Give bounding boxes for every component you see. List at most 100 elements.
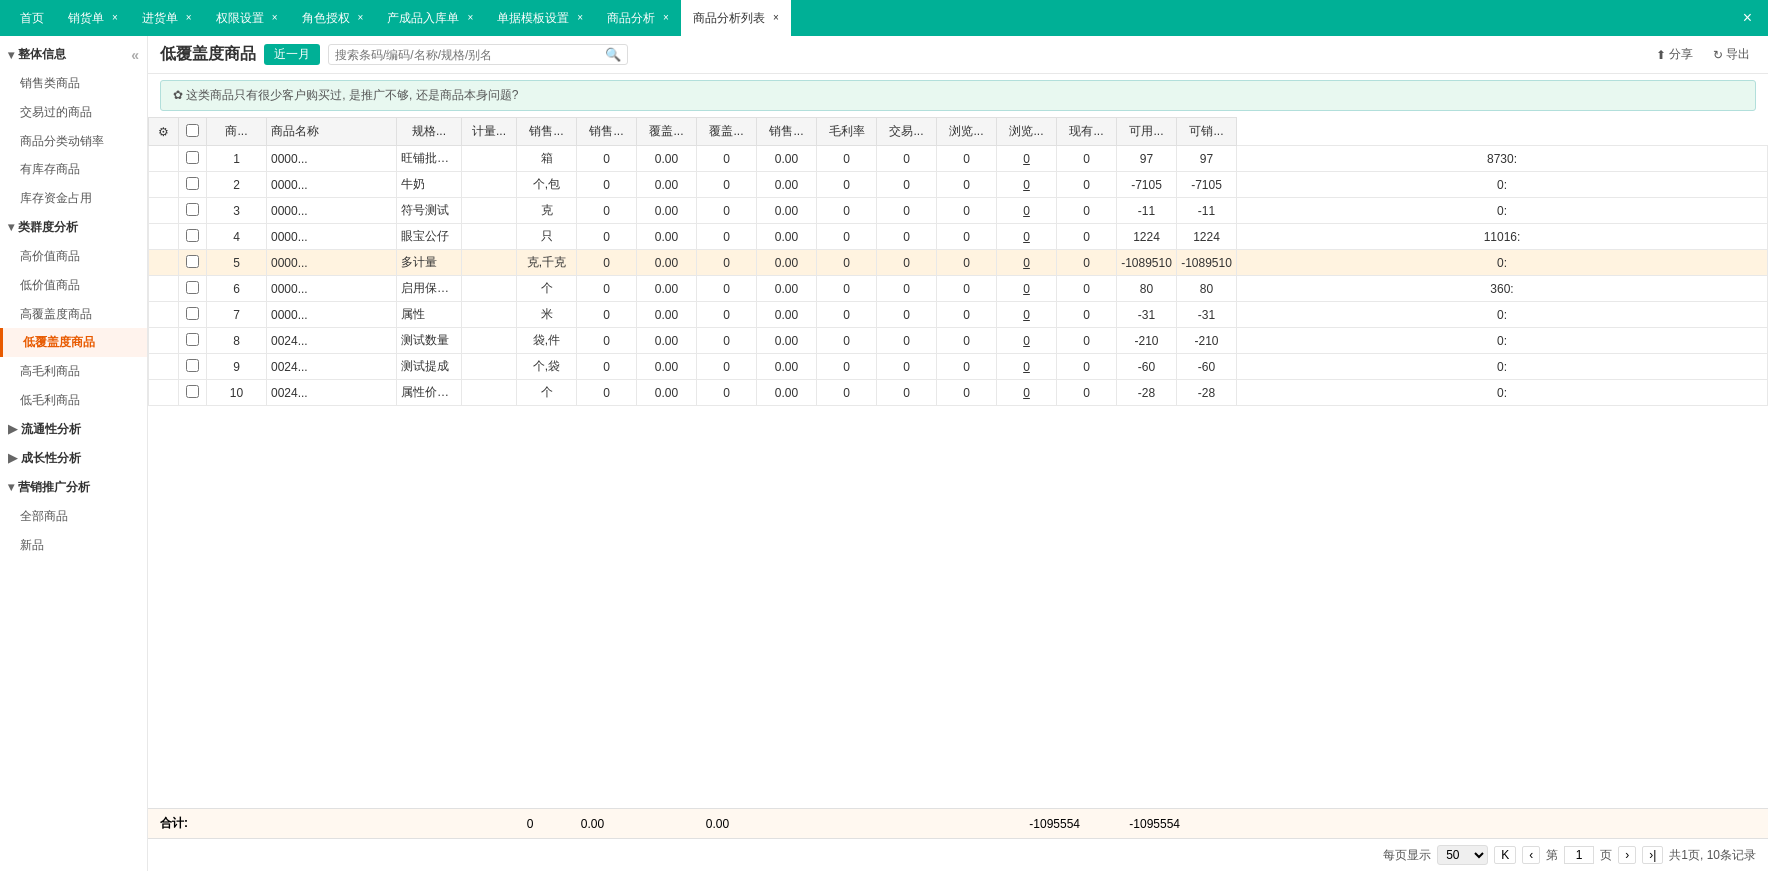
col-header-sales-amt[interactable]: 销售... xyxy=(577,118,637,146)
col-header-saleable[interactable]: 可销... xyxy=(1177,118,1237,146)
cell-name: 旺铺批次测试 xyxy=(397,146,462,172)
cell-view1[interactable]: 0 xyxy=(997,302,1057,328)
col-header-cover1[interactable]: 覆盖... xyxy=(637,118,697,146)
row-checkbox[interactable] xyxy=(186,359,199,372)
nav-item-finished-goods[interactable]: 产成品入库单 × xyxy=(375,0,485,36)
cell-check[interactable] xyxy=(179,276,207,302)
cell-check[interactable] xyxy=(179,146,207,172)
collapse-icon[interactable]: « xyxy=(131,47,139,63)
sidebar-item-low-margin[interactable]: 低毛利商品 xyxy=(0,386,147,415)
sidebar-item-stock-goods[interactable]: 有库存商品 xyxy=(0,155,147,184)
sidebar-item-high-value[interactable]: 高价值商品 xyxy=(0,242,147,271)
nav-item-permissions[interactable]: 权限设置 × xyxy=(204,0,290,36)
cell-view1[interactable]: 0 xyxy=(997,172,1057,198)
cell-check[interactable] xyxy=(179,224,207,250)
sidebar-section-marketing[interactable]: ▾ 营销推广分析 xyxy=(0,473,147,502)
last-page-button[interactable]: ›| xyxy=(1642,846,1663,864)
cell-view1[interactable]: 0 xyxy=(997,224,1057,250)
cell-check[interactable] xyxy=(179,354,207,380)
col-header-available[interactable]: 可用... xyxy=(1117,118,1177,146)
next-page-button[interactable]: › xyxy=(1618,846,1636,864)
cell-view1[interactable]: 0 xyxy=(997,380,1057,406)
sidebar-item-high-margin[interactable]: 高毛利商品 xyxy=(0,357,147,386)
row-checkbox[interactable] xyxy=(186,203,199,216)
col-header-spec[interactable]: 规格... xyxy=(397,118,462,146)
cell-check[interactable] xyxy=(179,172,207,198)
row-checkbox[interactable] xyxy=(186,177,199,190)
cell-view1[interactable]: 0 xyxy=(997,146,1057,172)
close-icon[interactable]: × xyxy=(663,0,669,36)
sidebar-section-cluster[interactable]: ▾ 类群度分析 xyxy=(0,213,147,242)
sidebar-item-low-value[interactable]: 低价值商品 xyxy=(0,271,147,300)
current-page-input[interactable] xyxy=(1564,846,1594,864)
close-icon[interactable]: × xyxy=(773,0,779,36)
close-icon[interactable]: × xyxy=(467,0,473,36)
nav-item-goods-analysis-list[interactable]: 商品分析列表 × xyxy=(681,0,791,36)
export-button[interactable]: ↻ 导出 xyxy=(1707,44,1756,65)
share-button[interactable]: ⬆ 分享 xyxy=(1650,44,1699,65)
nav-item-roles[interactable]: 角色授权 × xyxy=(290,0,376,36)
col-header-view1[interactable]: 浏览... xyxy=(937,118,997,146)
sidebar-item-stock-capital[interactable]: 库存资金占用 xyxy=(0,184,147,213)
col-header-cover2[interactable]: 覆盖... xyxy=(697,118,757,146)
first-page-button[interactable]: K xyxy=(1494,846,1516,864)
col-header-code[interactable]: 商... xyxy=(207,118,267,146)
cell-check[interactable] xyxy=(179,380,207,406)
cell-view1[interactable]: 0 xyxy=(997,276,1057,302)
row-checkbox[interactable] xyxy=(186,385,199,398)
window-close-button[interactable]: × xyxy=(1735,9,1760,27)
sidebar-item-all-goods[interactable]: 全部商品 xyxy=(0,502,147,531)
row-checkbox[interactable] xyxy=(186,307,199,320)
nav-item-purchase[interactable]: 进货单 × xyxy=(130,0,204,36)
col-header-sales3[interactable]: 销售... xyxy=(757,118,817,146)
sidebar-item-category-rate[interactable]: 商品分类动销率 xyxy=(0,127,147,156)
col-header-trade[interactable]: 交易... xyxy=(877,118,937,146)
col-header-gross[interactable]: 毛利率 xyxy=(817,118,877,146)
row-checkbox[interactable] xyxy=(186,151,199,164)
close-icon[interactable]: × xyxy=(112,0,118,36)
sidebar-section-growth[interactable]: ▶ 成长性分析 xyxy=(0,444,147,473)
col-header-current[interactable]: 现有... xyxy=(1057,118,1117,146)
row-checkbox[interactable] xyxy=(186,229,199,242)
col-header-gear[interactable]: ⚙ xyxy=(149,118,179,146)
cell-view1[interactable]: 0 xyxy=(997,354,1057,380)
sidebar-item-traded-goods[interactable]: 交易过的商品 xyxy=(0,98,147,127)
close-icon[interactable]: × xyxy=(577,0,583,36)
sidebar-item-high-coverage[interactable]: 高覆盖度商品 xyxy=(0,300,147,329)
date-filter-button[interactable]: 近一月 xyxy=(264,44,320,65)
sidebar-section-overall[interactable]: ▾ 整体信息 « xyxy=(0,40,147,69)
table-container[interactable]: ⚙ 商... 商品名称 规格... 计量... 销售... 销售... 覆盖..… xyxy=(148,117,1768,808)
cell-check[interactable] xyxy=(179,198,207,224)
sidebar-item-sales-goods[interactable]: 销售类商品 xyxy=(0,69,147,98)
nav-item-goods-analysis[interactable]: 商品分析 × xyxy=(595,0,681,36)
cell-check[interactable] xyxy=(179,328,207,354)
cell-sales-amt: 0.00 xyxy=(637,276,697,302)
cell-view1[interactable]: 0 xyxy=(997,328,1057,354)
sidebar-item-new-goods[interactable]: 新品 xyxy=(0,531,147,560)
col-header-name[interactable]: 商品名称 xyxy=(267,118,397,146)
nav-item-home[interactable]: 首页 xyxy=(8,0,56,36)
sidebar-item-low-coverage[interactable]: 低覆盖度商品 xyxy=(0,328,147,357)
close-icon[interactable]: × xyxy=(358,0,364,36)
nav-item-templates[interactable]: 单据模板设置 × xyxy=(485,0,595,36)
cell-view1[interactable]: 0 xyxy=(997,250,1057,276)
nav-item-sales[interactable]: 销货单 × xyxy=(56,0,130,36)
cell-view1[interactable]: 0 xyxy=(997,198,1057,224)
close-icon[interactable]: × xyxy=(272,0,278,36)
col-header-view2[interactable]: 浏览... xyxy=(997,118,1057,146)
cell-check[interactable] xyxy=(179,250,207,276)
col-header-sales-qty[interactable]: 销售... xyxy=(517,118,577,146)
sidebar-section-circulation[interactable]: ▶ 流通性分析 xyxy=(0,415,147,444)
cell-name: 测试提成 xyxy=(397,354,462,380)
select-all-checkbox[interactable] xyxy=(186,124,199,137)
search-input[interactable] xyxy=(335,48,601,62)
close-icon[interactable]: × xyxy=(186,0,192,36)
col-header-unit[interactable]: 计量... xyxy=(462,118,517,146)
row-checkbox[interactable] xyxy=(186,333,199,346)
row-checkbox[interactable] xyxy=(186,281,199,294)
row-checkbox[interactable] xyxy=(186,255,199,268)
cell-check[interactable] xyxy=(179,302,207,328)
search-icon[interactable]: 🔍 xyxy=(605,47,621,62)
page-size-select[interactable]: 50 100 200 xyxy=(1437,845,1488,865)
prev-page-button[interactable]: ‹ xyxy=(1522,846,1540,864)
